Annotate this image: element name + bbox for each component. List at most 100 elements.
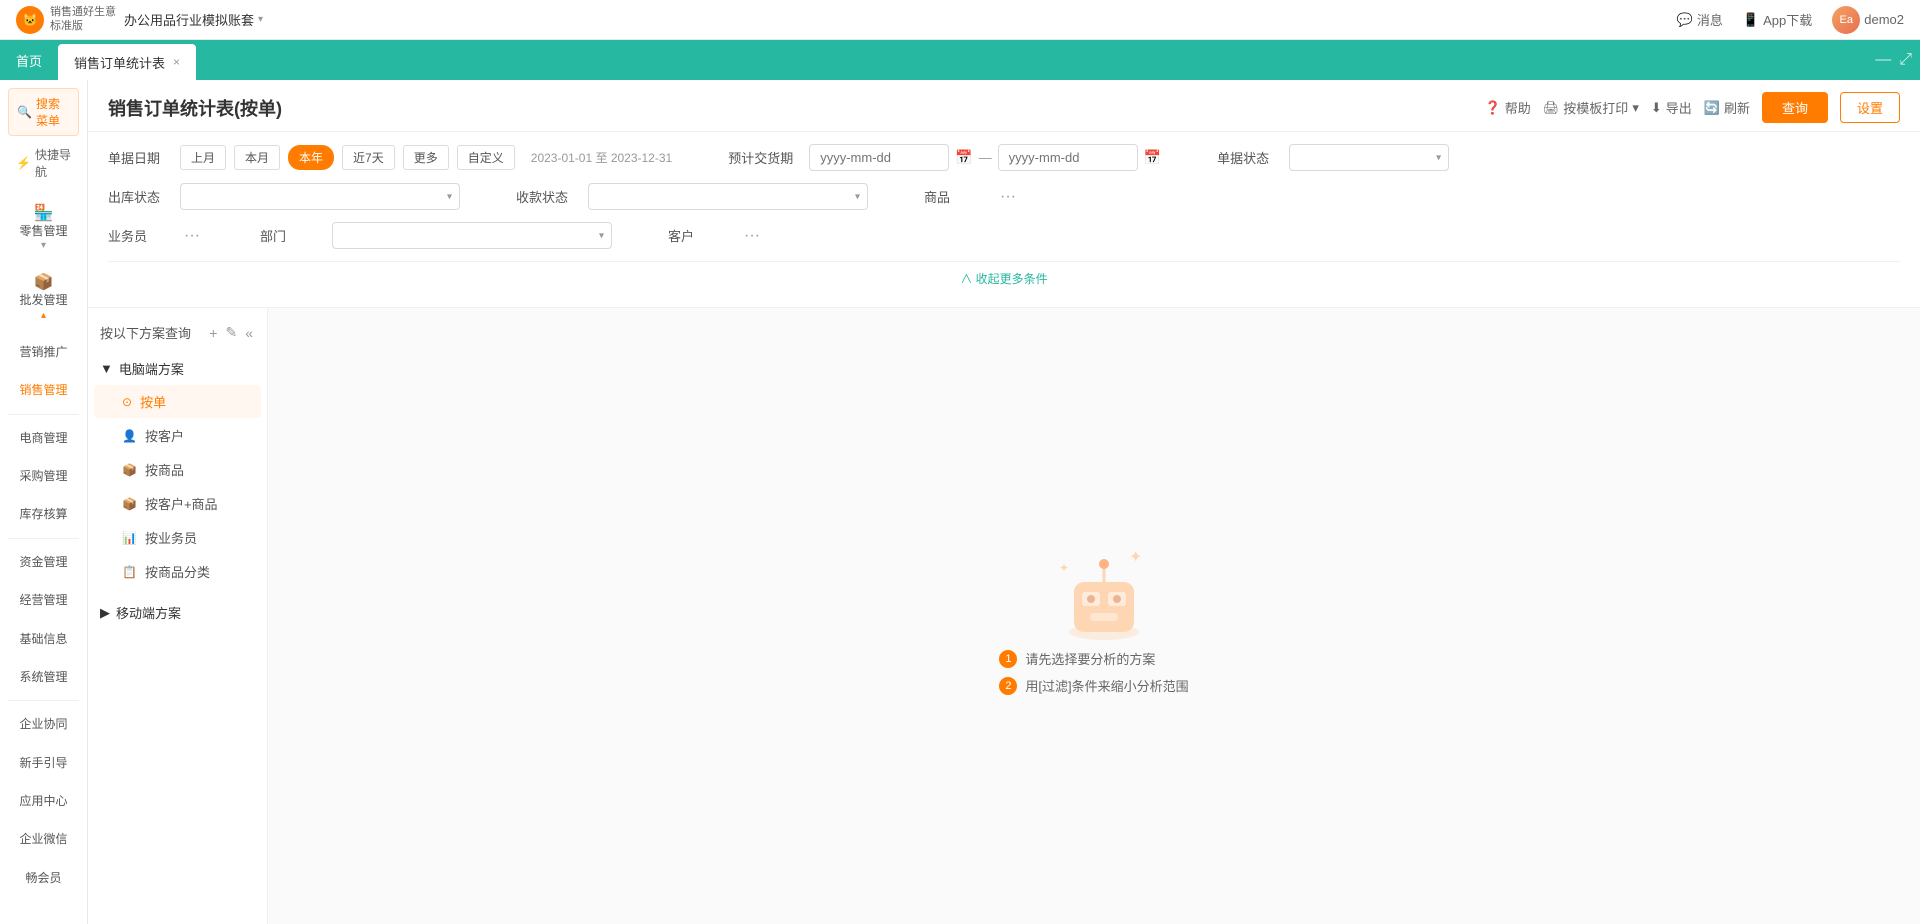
user-profile[interactable]: Ea demo2 (1832, 6, 1904, 34)
refresh-button[interactable]: 🔄 刷新 (1704, 98, 1750, 117)
by-goods-category-icon: 📋 (122, 565, 137, 579)
sidebar-item-newbie[interactable]: 新手引导 (4, 746, 83, 780)
scheme-item-by-goods[interactable]: 📦 按商品 (94, 453, 261, 486)
date-btn-last-7days[interactable]: 近7天 (342, 145, 395, 170)
out-status-label: 出库状态 (108, 187, 164, 206)
dept-select-wrapper: ▾ (332, 222, 612, 249)
sidebar-item-purchase[interactable]: 采购管理 (4, 459, 83, 493)
scheme-group-pc: ▼ 电脑端方案 ⊙ 按单 👤 按客户 📦 按商品 (88, 349, 267, 593)
sidebar-item-system[interactable]: 系统管理 (4, 660, 83, 694)
export-button[interactable]: ⬇ 导出 (1651, 98, 1692, 117)
scheme-edit-button[interactable]: ✎ (223, 322, 239, 343)
scheme-item-label-by-goods: 按商品 (145, 460, 184, 479)
scheme-item-label-by-customer-goods: 按客户+商品 (145, 494, 218, 513)
pc-group-arrow-icon: ▼ (100, 361, 113, 376)
empty-hints: 1 请先选择要分析的方案 2 用[过滤]条件来缩小分析范围 (999, 649, 1188, 695)
dept-select[interactable] (332, 222, 612, 249)
scheme-group-pc-header[interactable]: ▼ 电脑端方案 (88, 353, 267, 384)
sidebar-item-apps[interactable]: 应用中心 (4, 784, 83, 818)
tab-sales-order-stats[interactable]: 销售订单统计表 × (58, 44, 196, 80)
hint-text-1: 请先选择要分析的方案 (1025, 649, 1155, 668)
scheme-item-label-by-customer: 按客户 (145, 426, 184, 445)
by-salesperson-icon: 📊 (122, 531, 137, 545)
empty-hint-1: 1 请先选择要分析的方案 (999, 649, 1188, 668)
tab-minimize-icon[interactable]: — (1875, 51, 1891, 69)
workspace-selector[interactable]: 办公用品行业模拟账套 ▾ (124, 10, 263, 29)
top-header: 🐱 销售通好生意 标准版 办公用品行业模拟账套 ▾ 💬 消息 📱 App下载 E… (0, 0, 1920, 40)
sidebar-search-button[interactable]: 🔍 搜索菜单 (8, 88, 79, 136)
calendar-start-icon[interactable]: 📅 (955, 149, 972, 166)
search-icon: 🔍 (17, 105, 32, 119)
sidebar-item-sales[interactable]: 销售管理 (4, 373, 83, 407)
hint-text-2: 用[过滤]条件来缩小分析范围 (1025, 676, 1188, 695)
sidebar-item-wholesale[interactable]: 📦 批发管理 ▴ (4, 265, 83, 330)
scheme-item-label-by-goods-category: 按商品分类 (145, 562, 210, 581)
dept-label: 部门 (260, 226, 316, 245)
query-button[interactable]: 查询 (1762, 92, 1828, 123)
settings-button[interactable]: 设置 (1840, 92, 1900, 123)
empty-illustration: ✦ ✦ (1044, 537, 1144, 637)
sidebar-divider-3 (8, 700, 79, 701)
app-logo-icon: 🐱 (16, 6, 44, 34)
data-area: ✦ ✦ 1 请先选择要分析的方案 2 用[过滤]条件来缩小分析范围 (268, 308, 1920, 924)
scheme-item-by-customer[interactable]: 👤 按客户 (94, 419, 261, 452)
sidebar-item-ecommerce[interactable]: 电商管理 (4, 421, 83, 455)
page-header-actions: ❓ 帮助 🖨 按模板打印 ▾ ⬇ 导出 🔄 刷新 查询 设置 (1485, 92, 1900, 123)
sidebar-item-retail[interactable]: 🏪 零售管理 ▾ (4, 196, 83, 261)
print-icon: 🖨 (1543, 100, 1560, 116)
tab-close-icon[interactable]: × (173, 55, 180, 69)
expected-date-start[interactable] (809, 144, 949, 171)
date-btn-this-year[interactable]: 本年 (288, 145, 334, 170)
salesperson-more-button[interactable]: ··· (180, 227, 204, 245)
date-btn-more[interactable]: 更多 (403, 145, 449, 170)
retail-icon: 🏪 (34, 206, 54, 222)
scheme-item-by-goods-category[interactable]: 📋 按商品分类 (94, 555, 261, 588)
scheme-group-mobile-header[interactable]: ▶ 移动端方案 (88, 597, 267, 628)
scheme-panel-header: 按以下方案查询 + ✎ « (88, 316, 267, 349)
pc-group-label: 电脑端方案 (119, 359, 184, 378)
app-download-button[interactable]: 📱 App下载 (1743, 10, 1812, 29)
sidebar: 🔍 搜索菜单 ⚡ 快捷导航 🏪 零售管理 ▾ 📦 批发管理 ▴ 营销推广 销售管… (0, 80, 88, 924)
date-btn-this-month[interactable]: 本月 (234, 145, 280, 170)
scheme-collapse-button[interactable]: « (243, 322, 255, 343)
sidebar-item-operations[interactable]: 经营管理 (4, 583, 83, 617)
status-label: 单据状态 (1217, 148, 1273, 167)
sidebar-quick-nav[interactable]: ⚡ 快捷导航 (8, 140, 79, 186)
out-status-select[interactable] (180, 183, 460, 210)
date-btn-last-month[interactable]: 上月 (180, 145, 226, 170)
print-template-button[interactable]: 🖨 按模板打印 ▾ (1543, 98, 1639, 117)
message-button[interactable]: 💬 消息 (1677, 10, 1723, 29)
scheme-item-by-salesperson[interactable]: 📊 按业务员 (94, 521, 261, 554)
header-right: 💬 消息 📱 App下载 Ea demo2 (1677, 6, 1904, 34)
sidebar-item-enterprise[interactable]: 企业协同 (4, 707, 83, 741)
customer-more-button[interactable]: ··· (740, 227, 764, 245)
sidebar-item-inventory[interactable]: 库存核算 (4, 497, 83, 531)
tab-expand-icon[interactable]: ⤢ (1899, 51, 1912, 69)
tab-home[interactable]: 首页 (0, 40, 58, 80)
receive-status-select[interactable] (588, 183, 868, 210)
logo-area: 🐱 销售通好生意 标准版 (16, 6, 116, 34)
scheme-item-by-order[interactable]: ⊙ 按单 (94, 385, 261, 418)
expected-date-end[interactable] (998, 144, 1138, 171)
page-area: 销售订单统计表(按单) ❓ 帮助 🖨 按模板打印 ▾ ⬇ 导出 🔄 刷新 (88, 80, 1920, 924)
scheme-item-by-customer-goods[interactable]: 📦 按客户+商品 (94, 487, 261, 520)
date-separator: — (979, 150, 992, 165)
scheme-panel-title: 按以下方案查询 (100, 323, 191, 342)
sidebar-item-marketing[interactable]: 营销推广 (4, 335, 83, 369)
calendar-end-icon[interactable]: 📅 (1144, 149, 1161, 166)
scheme-add-button[interactable]: + (207, 322, 219, 343)
tab-bar: 首页 销售订单统计表 × — ⤢ (0, 40, 1920, 80)
goods-more-button[interactable]: ··· (996, 188, 1020, 206)
sidebar-item-wechat[interactable]: 企业微信 (4, 822, 83, 856)
hint-number-1: 1 (999, 650, 1017, 668)
sidebar-top-actions: 🔍 搜索菜单 ⚡ 快捷导航 (0, 80, 87, 194)
help-button[interactable]: ❓ 帮助 (1485, 98, 1531, 117)
collapse-bar[interactable]: ∧ 收起更多条件 (108, 261, 1900, 295)
sidebar-item-finance[interactable]: 资金管理 (4, 545, 83, 579)
sidebar-item-member[interactable]: 畅会员 (4, 861, 83, 895)
date-btn-custom[interactable]: 自定义 (457, 145, 515, 170)
sidebar-item-basics[interactable]: 基础信息 (4, 622, 83, 656)
content-wrapper: 按以下方案查询 + ✎ « ▼ 电脑端方案 ⊙ 按单 (88, 308, 1920, 924)
status-select[interactable] (1289, 144, 1449, 171)
wholesale-icon: 📦 (34, 275, 54, 291)
